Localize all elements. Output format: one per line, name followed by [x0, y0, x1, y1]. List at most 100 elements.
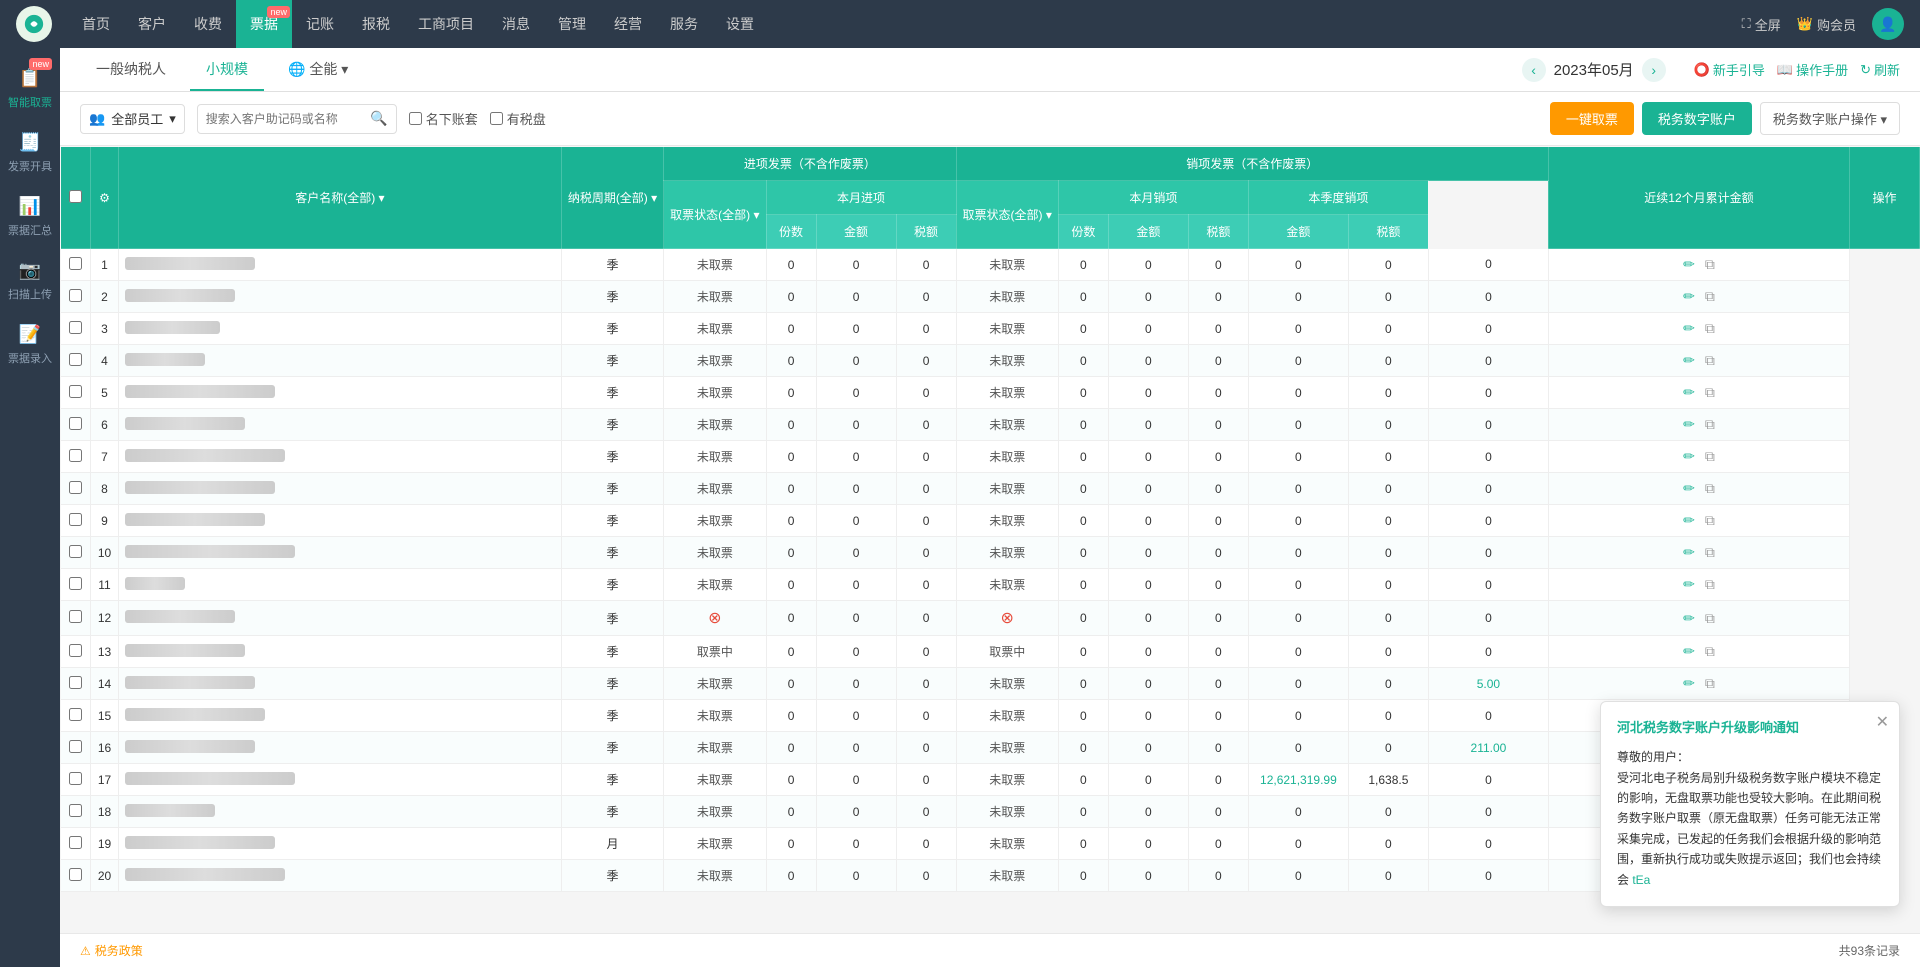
edit-icon[interactable]: ✏	[1683, 675, 1695, 692]
edit-icon[interactable]: ✏	[1683, 256, 1695, 273]
nav-home[interactable]: 首页	[68, 0, 124, 48]
row-checkbox[interactable]	[69, 481, 82, 494]
edit-icon[interactable]: ✏	[1683, 416, 1695, 433]
row-in-amount-cell: 0	[816, 636, 896, 668]
edit-icon[interactable]: ✏	[1683, 576, 1695, 593]
sidebar-item-ticket-summary[interactable]: 📊 票据汇总	[0, 184, 60, 248]
row-checkbox[interactable]	[69, 417, 82, 430]
nav-ticket[interactable]: 票据 new	[236, 0, 292, 48]
edit-icon[interactable]: ✏	[1683, 643, 1695, 660]
table-row: 13 季 取票中 0 0 0 取票中 0 0 0 0 0 0 ✏ ⧉	[61, 636, 1920, 668]
row-in-tax-cell: 0	[896, 668, 956, 700]
row-checkbox[interactable]	[69, 449, 82, 462]
copy-icon[interactable]: ⧉	[1705, 288, 1715, 305]
nav-fee[interactable]: 收费	[180, 0, 236, 48]
edit-icon[interactable]: ✏	[1683, 288, 1695, 305]
edit-icon[interactable]: ✏	[1683, 352, 1695, 369]
refresh-btn[interactable]: ↻ 刷新	[1860, 60, 1900, 79]
copy-icon[interactable]: ⧉	[1705, 256, 1715, 273]
row-checkbox[interactable]	[69, 708, 82, 721]
row-in-status-cell: 未取票	[664, 796, 766, 828]
copy-icon[interactable]: ⧉	[1705, 448, 1715, 465]
edit-icon[interactable]: ✏	[1683, 480, 1695, 497]
copy-icon[interactable]: ⧉	[1705, 576, 1715, 593]
copy-icon[interactable]: ⧉	[1705, 512, 1715, 529]
row-checkbox[interactable]	[69, 804, 82, 817]
row-num-cell: 17	[91, 764, 119, 796]
row-checkbox[interactable]	[69, 513, 82, 526]
notification-close-btn[interactable]: ✕	[1876, 710, 1889, 736]
copy-icon[interactable]: ⧉	[1705, 643, 1715, 660]
sidebar-item-ticket-entry[interactable]: 📝 票据录入	[0, 312, 60, 376]
row-name-cell	[119, 860, 562, 892]
row-checkbox[interactable]	[69, 321, 82, 334]
row-checkbox[interactable]	[69, 289, 82, 302]
row-checkbox[interactable]	[69, 644, 82, 657]
checkbox-account-set[interactable]: 名下账套	[409, 109, 478, 128]
tax-policy-link[interactable]: ⚠ 税务政策	[80, 942, 143, 959]
search-box: 🔍	[197, 104, 397, 134]
row-checkbox[interactable]	[69, 353, 82, 366]
edit-icon[interactable]: ✏	[1683, 544, 1695, 561]
row-out-count-cell: 0	[1058, 796, 1108, 828]
row-checkbox[interactable]	[69, 257, 82, 270]
edit-icon[interactable]: ✏	[1683, 320, 1695, 337]
copy-icon[interactable]: ⧉	[1705, 416, 1715, 433]
row-action-cell: ✏ ⧉	[1548, 377, 1849, 409]
one-click-ticket-btn[interactable]: 一键取票	[1550, 102, 1634, 135]
row-checkbox-cell	[61, 409, 91, 441]
edit-icon[interactable]: ✏	[1683, 610, 1695, 627]
row-checkbox[interactable]	[69, 577, 82, 590]
row-in-count-cell: 0	[766, 796, 816, 828]
copy-icon[interactable]: ⧉	[1705, 320, 1715, 337]
edit-icon[interactable]: ✏	[1683, 512, 1695, 529]
sidebar-item-smart-ticket[interactable]: new 📋 智能取票	[0, 56, 60, 120]
row-checkbox[interactable]	[69, 836, 82, 849]
row-checkbox[interactable]	[69, 610, 82, 623]
member-btn[interactable]: 👑 购会员	[1797, 15, 1856, 34]
tab-all[interactable]: 🌐 全能 ▾	[272, 49, 364, 91]
row-out-amount-cell: 0	[1108, 537, 1188, 569]
next-month-btn[interactable]: ›	[1642, 58, 1666, 82]
employee-select[interactable]: 👥 全部员工 ▾	[80, 104, 185, 134]
row-checkbox[interactable]	[69, 772, 82, 785]
edit-icon[interactable]: ✏	[1683, 448, 1695, 465]
row-checkbox[interactable]	[69, 740, 82, 753]
nav-settings[interactable]: 设置	[712, 0, 768, 48]
nav-accounting[interactable]: 记账	[292, 0, 348, 48]
search-button[interactable]: 🔍	[370, 110, 387, 127]
nav-operate[interactable]: 经营	[600, 0, 656, 48]
copy-icon[interactable]: ⧉	[1705, 544, 1715, 561]
copy-icon[interactable]: ⧉	[1705, 384, 1715, 401]
new-guide-btn[interactable]: ⭕ 新手引导	[1694, 60, 1765, 79]
search-input[interactable]	[206, 112, 371, 126]
prev-month-btn[interactable]: ‹	[1522, 58, 1546, 82]
tab-small-scale[interactable]: 小规模	[190, 49, 264, 91]
nav-business[interactable]: 工商项目	[404, 0, 488, 48]
fullscreen-btn[interactable]: ⛶ 全屏	[1742, 15, 1781, 34]
user-avatar[interactable]: 👤	[1872, 8, 1904, 40]
row-checkbox[interactable]	[69, 545, 82, 558]
row-checkbox[interactable]	[69, 385, 82, 398]
sidebar-item-invoice-open[interactable]: 🧾 发票开具	[0, 120, 60, 184]
row-out-tax-cell: 0	[1188, 313, 1248, 345]
copy-icon[interactable]: ⧉	[1705, 352, 1715, 369]
row-checkbox[interactable]	[69, 868, 82, 881]
select-all-checkbox[interactable]	[69, 190, 82, 203]
nav-service[interactable]: 服务	[656, 0, 712, 48]
checkbox-tax-disk[interactable]: 有税盘	[490, 109, 546, 128]
nav-tax[interactable]: 报税	[348, 0, 404, 48]
row-checkbox[interactable]	[69, 676, 82, 689]
copy-icon[interactable]: ⧉	[1705, 675, 1715, 692]
edit-icon[interactable]: ✏	[1683, 384, 1695, 401]
tab-general-taxpayer[interactable]: 一般纳税人	[80, 49, 182, 91]
tax-digital-account-ops-btn[interactable]: 税务数字账户操作 ▾	[1760, 102, 1900, 135]
copy-icon[interactable]: ⧉	[1705, 480, 1715, 497]
nav-customer[interactable]: 客户	[124, 0, 180, 48]
tax-digital-account-btn[interactable]: 税务数字账户	[1642, 102, 1752, 135]
sidebar-item-scan-upload[interactable]: 📷 扫描上传	[0, 248, 60, 312]
manual-btn[interactable]: 📖 操作手册	[1777, 60, 1848, 79]
nav-manage[interactable]: 管理	[544, 0, 600, 48]
copy-icon[interactable]: ⧉	[1705, 610, 1715, 627]
nav-message[interactable]: 消息	[488, 0, 544, 48]
